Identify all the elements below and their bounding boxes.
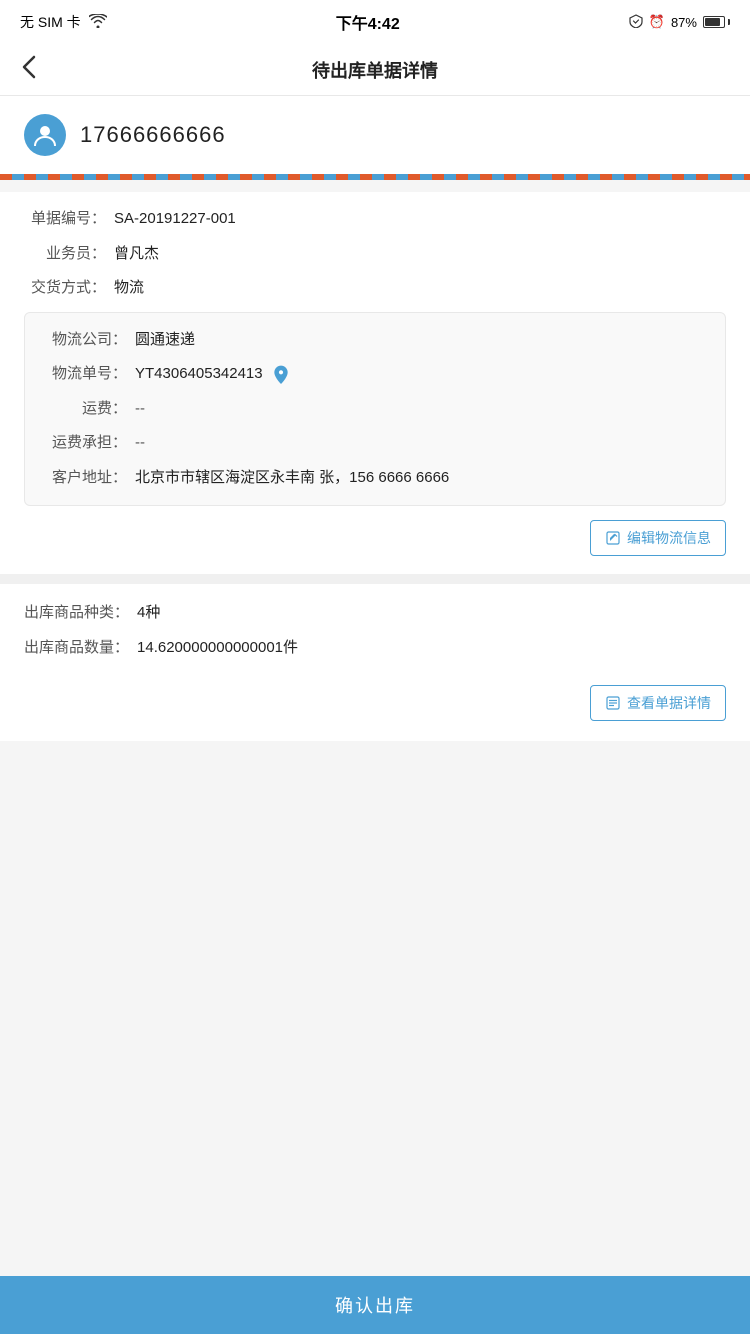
confirm-bar: 确认出库 (0, 1276, 750, 1334)
product-types-label: 出库商品种类： (24, 602, 137, 625)
wifi-icon (89, 14, 107, 31)
logistics-company-label: 物流公司： (45, 329, 135, 352)
freight-row: 运费： -- (45, 398, 705, 421)
status-time: 下午4:42 (336, 10, 400, 34)
logistics-company-row: 物流公司： 圆通速递 (45, 329, 705, 352)
carrier-text: 无 SIM 卡 (20, 12, 81, 32)
empty-area (0, 741, 750, 961)
battery-icon (703, 16, 730, 28)
edit-logistics-label: 编辑物流信息 (627, 528, 711, 548)
salesman-label: 业务员： (24, 243, 114, 266)
freight-bearer-label: 运费承担： (45, 432, 135, 455)
logistics-card: 物流公司： 圆通速递 物流单号： YT43064053424​13 运费： -- (24, 312, 726, 507)
confirm-button[interactable]: 确认出库 (0, 1292, 750, 1318)
address-label: 客户地址： (45, 467, 135, 490)
product-types-value: 4种 (137, 602, 726, 625)
logistics-tracking-value: YT43064053424​13 (135, 363, 705, 386)
customer-header: 17666666666 (0, 96, 750, 174)
section-divider (0, 574, 750, 584)
freight-value: -- (135, 398, 705, 421)
freight-bearer-row: 运费承担： -- (45, 432, 705, 455)
tracking-number-text: YT43064053424​13 (135, 363, 263, 386)
status-left: 无 SIM 卡 (20, 12, 107, 32)
battery-text: 87% (671, 15, 697, 30)
freight-label: 运费： (45, 398, 135, 421)
customer-phone: 17666666666 (80, 122, 226, 148)
order-info-section: 单据编号： SA-20191227-001 业务员： 曾凡杰 交货方式： 物流 … (0, 192, 750, 574)
edit-logistics-area: 编辑物流信息 (24, 506, 726, 558)
products-section: 出库商品种类： 4种 出库商品数量： 14.620000000000001件 查… (0, 584, 750, 741)
tracking-location-icon[interactable] (271, 364, 291, 384)
view-details-button[interactable]: 查看单据详情 (590, 685, 726, 721)
freight-bearer-value: -- (135, 432, 705, 455)
page-title: 待出库单据详情 (312, 57, 438, 83)
product-quantity-value: 14.620000000000001件 (137, 637, 726, 660)
logistics-tracking-row: 物流单号： YT43064053424​13 (45, 363, 705, 386)
order-no-label: 单据编号： (24, 208, 114, 231)
address-value: 北京市市辖区海淀区永丰南 张，156 6666 6666 (135, 467, 705, 490)
view-details-label: 查看单据详情 (627, 693, 711, 713)
delivery-label: 交货方式： (24, 277, 114, 300)
order-no-row: 单据编号： SA-20191227-001 (24, 208, 726, 231)
status-bar: 无 SIM 卡 下午4:42 ⏰ 87% (0, 0, 750, 44)
logistics-company-value: 圆通速递 (135, 329, 705, 352)
delivery-row: 交货方式： 物流 (24, 277, 726, 300)
product-quantity-row: 出库商品数量： 14.620000000000001件 (24, 637, 726, 660)
alarm-icon: ⏰ (649, 14, 665, 30)
dashed-divider (0, 174, 750, 180)
edit-logistics-button[interactable]: 编辑物流信息 (590, 520, 726, 556)
logistics-tracking-label: 物流单号： (45, 363, 135, 386)
address-row: 客户地址： 北京市市辖区海淀区永丰南 张，156 6666 6666 (45, 467, 705, 490)
avatar (24, 114, 66, 156)
salesman-value: 曾凡杰 (114, 243, 726, 266)
status-right: ⏰ 87% (629, 14, 730, 31)
product-types-row: 出库商品种类： 4种 (24, 602, 726, 625)
nav-bar: 待出库单据详情 (0, 44, 750, 96)
view-details-area: 查看单据详情 (24, 671, 726, 723)
back-button[interactable] (20, 45, 50, 95)
salesman-row: 业务员： 曾凡杰 (24, 243, 726, 266)
location-status-icon (629, 14, 643, 31)
delivery-value: 物流 (114, 277, 726, 300)
order-no-value: SA-20191227-001 (114, 208, 726, 231)
product-quantity-label: 出库商品数量： (24, 637, 137, 660)
